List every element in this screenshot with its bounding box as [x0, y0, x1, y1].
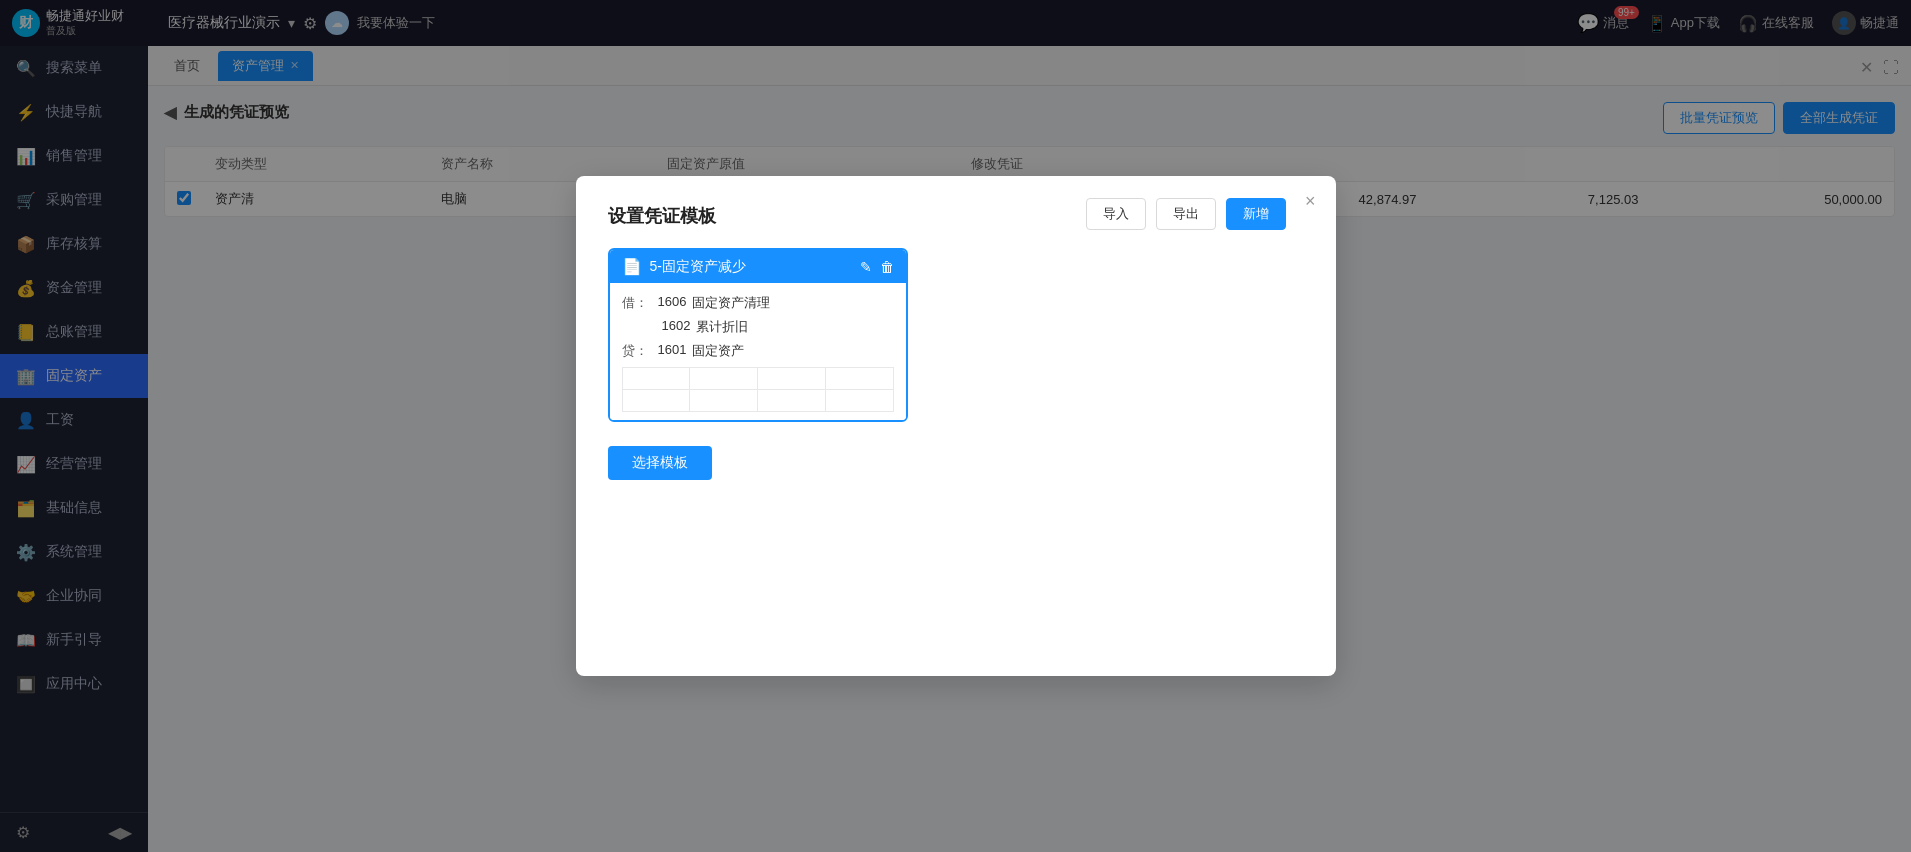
entry-code-1: 1606: [658, 294, 687, 312]
template-edit-icon[interactable]: ✎: [860, 259, 872, 275]
template-entry-1: 借： 1606 固定资产清理: [622, 291, 894, 315]
modal-dialog: 设置凭证模板 × 导入 导出 新增 📄 5-固定资产减少 ✎ 🗑: [576, 176, 1336, 676]
add-button[interactable]: 新增: [1226, 198, 1286, 230]
grid-cell-7: [758, 390, 826, 412]
template-delete-icon[interactable]: 🗑: [880, 259, 894, 275]
select-template-button[interactable]: 选择模板: [608, 446, 712, 480]
template-card: 📄 5-固定资产减少 ✎ 🗑 借： 1606 固定资产清理: [608, 248, 908, 422]
template-entry-2: 1602 累计折旧: [622, 315, 894, 339]
entry-account-3: 固定资产: [692, 342, 744, 360]
entry-account-2: 累计折旧: [696, 318, 748, 336]
entry-account-1: 固定资产清理: [692, 294, 770, 312]
modal-close-button[interactable]: ×: [1305, 192, 1316, 210]
template-entry-3: 贷： 1601 固定资产: [622, 339, 894, 363]
entry-side-3: 贷：: [622, 342, 652, 360]
template-area: 📄 5-固定资产减少 ✎ 🗑 借： 1606 固定资产清理: [608, 248, 1304, 480]
template-card-header: 📄 5-固定资产减少 ✎ 🗑: [610, 250, 906, 283]
grid-cell-8: [825, 390, 893, 412]
grid-cell-1: [622, 368, 690, 390]
grid-cell-3: [758, 368, 826, 390]
entry-side-1: 借：: [622, 294, 652, 312]
entry-code-2: 1602: [662, 318, 691, 336]
entry-code-3: 1601: [658, 342, 687, 360]
template-name: 5-固定资产减少: [650, 258, 746, 276]
template-doc-icon: 📄: [622, 257, 642, 276]
template-card-header-left: 📄 5-固定资产减少: [622, 257, 746, 276]
import-button[interactable]: 导入: [1086, 198, 1146, 230]
template-grid: [622, 367, 894, 412]
grid-cell-4: [825, 368, 893, 390]
modal-overlay: 设置凭证模板 × 导入 导出 新增 📄 5-固定资产减少 ✎ 🗑: [0, 0, 1911, 852]
template-card-body: 借： 1606 固定资产清理 1602 累计折旧 贷： 1601 固定资产: [610, 283, 906, 420]
grid-cell-5: [622, 390, 690, 412]
grid-cell-6: [690, 390, 758, 412]
grid-cell-2: [690, 368, 758, 390]
modal-action-buttons: 导入 导出 新增: [1086, 198, 1286, 230]
export-button[interactable]: 导出: [1156, 198, 1216, 230]
template-card-header-icons: ✎ 🗑: [860, 259, 894, 275]
